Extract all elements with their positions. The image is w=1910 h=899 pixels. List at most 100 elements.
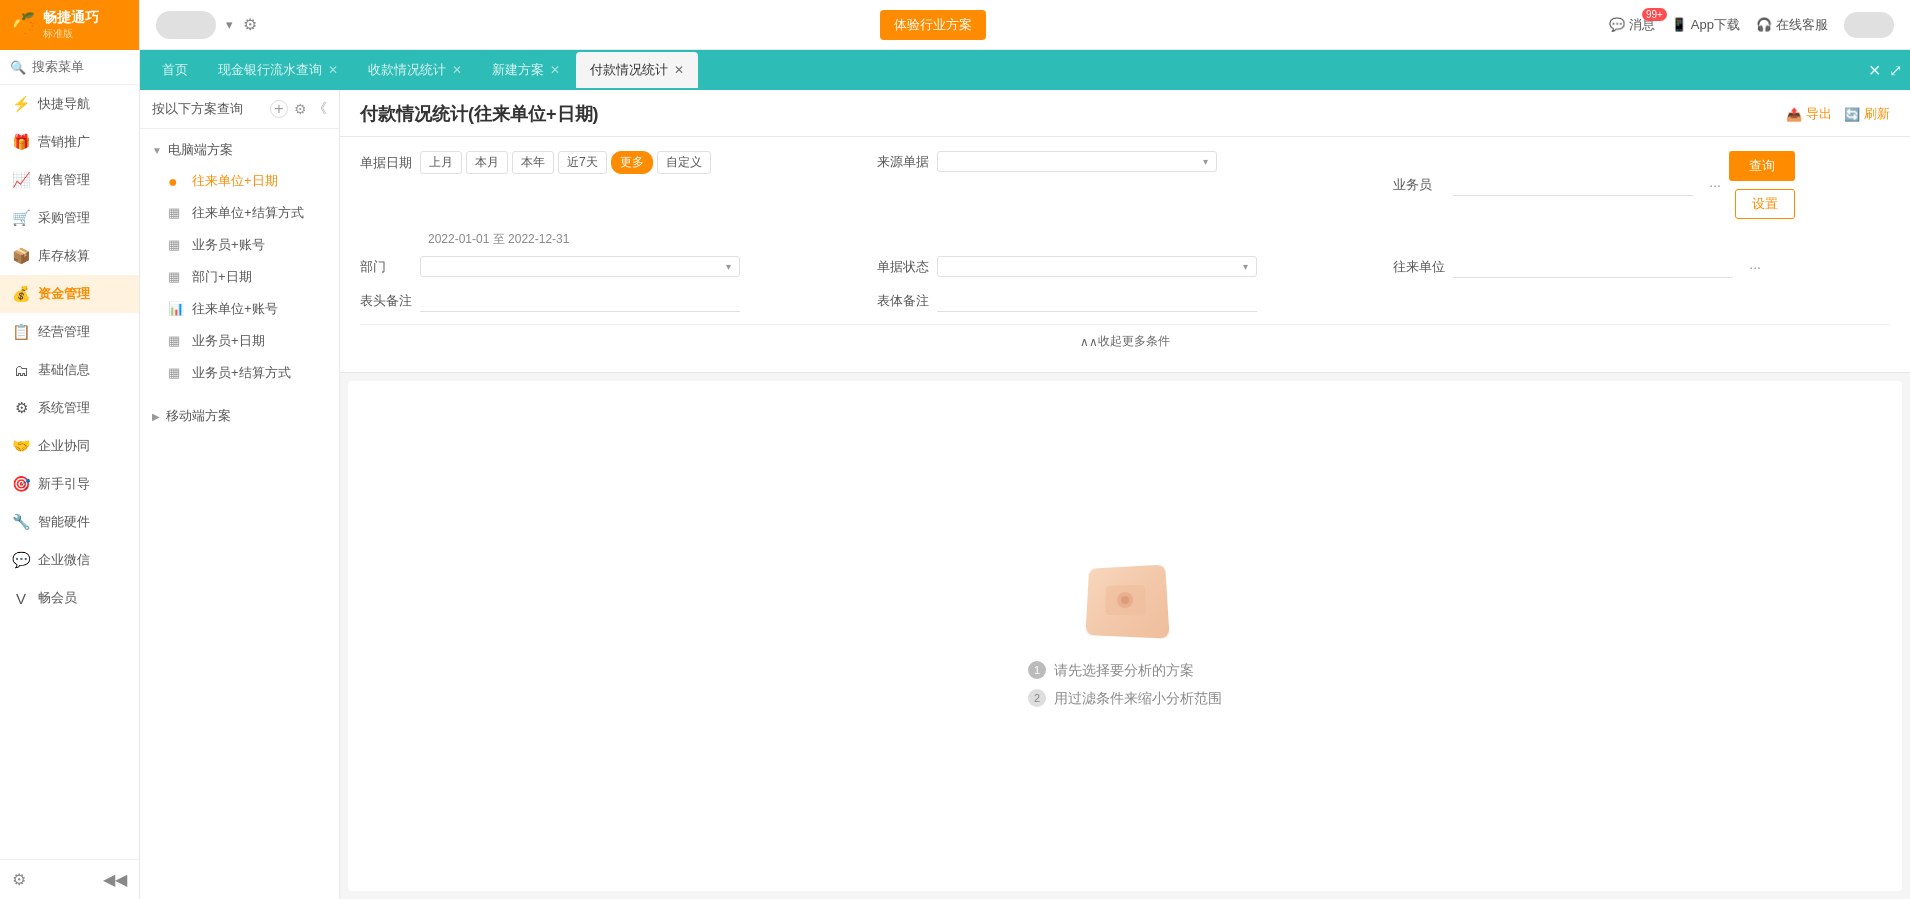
source-bill-select[interactable]: ▾: [937, 151, 1217, 172]
sidebar-item-basic[interactable]: 🗂 基础信息: [0, 351, 139, 389]
tabs-expand-icon[interactable]: ⤢: [1889, 61, 1902, 80]
filter-salesperson: 业务员 ··· 查询 设置: [1393, 151, 1890, 219]
sidebar-item-quick-nav[interactable]: ⚡ 快捷导航: [0, 85, 139, 123]
sidebar-item-guide[interactable]: 🎯 新手引导: [0, 465, 139, 503]
footer-collapse-icon[interactable]: ◀◀: [103, 870, 127, 889]
filter-source-bill: 来源单据 ▾: [877, 151, 1374, 172]
settings-button[interactable]: 设置: [1735, 189, 1795, 219]
schema-icon-1: ▦: [168, 205, 184, 221]
body-note-input[interactable]: [937, 290, 1257, 312]
topbar-right: 💬 消息 99+ 📱 App下载 🎧 在线客服: [1609, 12, 1894, 38]
empty-hint-1: 1 请先选择要分析的方案: [1028, 656, 1222, 684]
sidebar-item-wechat[interactable]: 💬 企业微信: [0, 541, 139, 579]
user-topbar-avatar: [1844, 12, 1894, 38]
partner-dots-icon[interactable]: ···: [1749, 259, 1761, 275]
schema-group-mobile-title[interactable]: ▶ 移动端方案: [140, 401, 339, 431]
tab-payments[interactable]: 付款情况统计 ✕: [576, 52, 698, 88]
sidebar-item-sales[interactable]: 📈 销售管理: [0, 161, 139, 199]
schema-item-staff-settle[interactable]: ▦ 业务员+结算方式: [140, 357, 339, 389]
query-button[interactable]: 查询: [1729, 151, 1795, 181]
trial-button[interactable]: 体验行业方案: [880, 10, 986, 40]
panel-add-icon[interactable]: +: [270, 100, 288, 118]
date-btn-last-7days[interactable]: 近7天: [558, 151, 607, 174]
partner-input[interactable]: [1453, 256, 1733, 278]
salesperson-dots-icon[interactable]: ···: [1709, 177, 1721, 193]
schema-item-staff-date[interactable]: ▦ 业务员+日期: [140, 325, 339, 357]
topbar-settings-icon[interactable]: ⚙: [243, 15, 257, 34]
salesperson-input[interactable]: [1453, 174, 1693, 196]
schema-item-staff-account[interactable]: ▦ 业务员+账号: [140, 229, 339, 261]
export-button[interactable]: 📤 导出: [1786, 105, 1832, 123]
refresh-button[interactable]: 🔄 刷新: [1844, 105, 1890, 123]
sidebar-item-purchase[interactable]: 🛒 采购管理: [0, 199, 139, 237]
app-download-button[interactable]: 📱 App下载: [1671, 16, 1740, 34]
tab-receipts-close[interactable]: ✕: [452, 63, 462, 77]
purchase-icon: 🛒: [12, 209, 30, 227]
sidebar-item-system[interactable]: ⚙ 系统管理: [0, 389, 139, 427]
panel-title: 按以下方案查询: [152, 100, 243, 118]
source-bill-arrow-icon: ▾: [1203, 156, 1208, 167]
sidebar-logo: 🍊 畅捷通巧 标准版: [0, 0, 139, 50]
schema-item-unit-settle[interactable]: ▦ 往来单位+结算方式: [140, 197, 339, 229]
operation-icon: 📋: [12, 323, 30, 341]
wechat-icon: 💬: [12, 551, 30, 569]
dept-select[interactable]: ▾: [420, 256, 740, 277]
sidebar-item-coop[interactable]: 🤝 企业协同: [0, 427, 139, 465]
schema-group-desktop-title[interactable]: ▼ 电脑端方案: [140, 135, 339, 165]
sidebar-item-inventory[interactable]: 📦 库存核算: [0, 237, 139, 275]
date-btn-custom[interactable]: 自定义: [657, 151, 711, 174]
sidebar-item-hardware[interactable]: 🔧 智能硬件: [0, 503, 139, 541]
date-range-display: 2022-01-01 至 2022-12-31: [360, 231, 1890, 256]
tab-new-scheme-close[interactable]: ✕: [550, 63, 560, 77]
filter-bill-status: 单据状态 ▾: [877, 256, 1374, 277]
date-btn-last-month[interactable]: 上月: [420, 151, 462, 174]
dept-arrow-icon: ▾: [726, 261, 731, 272]
schema-item-unit-account[interactable]: 📊 往来单位+账号: [140, 293, 339, 325]
collapse-conditions-button[interactable]: ∧∧ 收起更多条件: [360, 324, 1890, 358]
schema-item-unit-date[interactable]: ● 往来单位+日期: [140, 165, 339, 197]
topbar-dropdown-icon[interactable]: ▾: [226, 17, 233, 32]
bill-status-select[interactable]: ▾: [937, 256, 1257, 277]
tab-new-scheme[interactable]: 新建方案 ✕: [478, 52, 574, 88]
sales-icon: 📈: [12, 171, 30, 189]
tab-payments-close[interactable]: ✕: [674, 63, 684, 77]
messages-button[interactable]: 💬 消息 99+: [1609, 16, 1655, 34]
schema-group-desktop: ▼ 电脑端方案 ● 往来单位+日期 ▦ 往来单位+结算方式 ▦ 业务员+账号 ▦: [140, 129, 339, 395]
tab-bank-close[interactable]: ✕: [328, 63, 338, 77]
tab-home[interactable]: 首页: [148, 52, 202, 88]
filter-header-note: 表头备注: [360, 290, 857, 312]
body-note-label: 表体备注: [877, 292, 929, 310]
filter-row-2: 部门 ▾ 单据状态 ▾ 往来单位: [360, 256, 1890, 278]
finance-icon: 💰: [12, 285, 30, 303]
tabs-close-all-icon[interactable]: ✕: [1868, 61, 1881, 80]
schema-group-arrow: ▼: [152, 145, 162, 156]
sidebar-item-member[interactable]: V 畅会员: [0, 579, 139, 617]
schema-item-dept-date[interactable]: ▦ 部门+日期: [140, 261, 339, 293]
tab-bank[interactable]: 现金银行流水查询 ✕: [204, 52, 352, 88]
empty-hints: 1 请先选择要分析的方案 2 用过滤条件来缩小分析范围: [1028, 656, 1222, 712]
search-icon: 🔍: [10, 60, 26, 75]
schema-icon-5: ▦: [168, 333, 184, 349]
guide-icon: 🎯: [12, 475, 30, 493]
panel-collapse-icon[interactable]: 《: [313, 100, 327, 118]
sidebar-item-operation[interactable]: 📋 经营管理: [0, 313, 139, 351]
date-btn-this-year[interactable]: 本年: [512, 151, 554, 174]
date-btn-more[interactable]: 更多: [611, 151, 653, 174]
search-menu[interactable]: 🔍 搜索菜单: [0, 50, 139, 85]
tab-receipts[interactable]: 收款情况统计 ✕: [354, 52, 476, 88]
left-panel: 按以下方案查询 + ⚙ 《 ▼ 电脑端方案 ● 往来单位+日期: [140, 90, 340, 899]
date-btn-this-month[interactable]: 本月: [466, 151, 508, 174]
coop-icon: 🤝: [12, 437, 30, 455]
sidebar-item-marketing[interactable]: 🎁 营销推广: [0, 123, 139, 161]
page-header: 付款情况统计(往来单位+日期) 📤 导出 🔄 刷新: [340, 90, 1910, 137]
bill-status-label: 单据状态: [877, 258, 929, 276]
query-actions: 查询 设置: [1729, 151, 1795, 219]
left-panel-header: 按以下方案查询 + ⚙ 《: [140, 90, 339, 129]
filter-row-1: 单据日期 上月 本月 本年 近7天 更多 自定义 来源单据: [360, 151, 1890, 219]
header-note-input[interactable]: [420, 290, 740, 312]
footer-settings-icon[interactable]: ⚙: [12, 870, 26, 889]
panel-settings-icon[interactable]: ⚙: [294, 101, 307, 117]
sidebar-item-finance[interactable]: 💰 资金管理: [0, 275, 139, 313]
online-service-button[interactable]: 🎧 在线客服: [1756, 16, 1828, 34]
right-content: 付款情况统计(往来单位+日期) 📤 导出 🔄 刷新: [340, 90, 1910, 899]
